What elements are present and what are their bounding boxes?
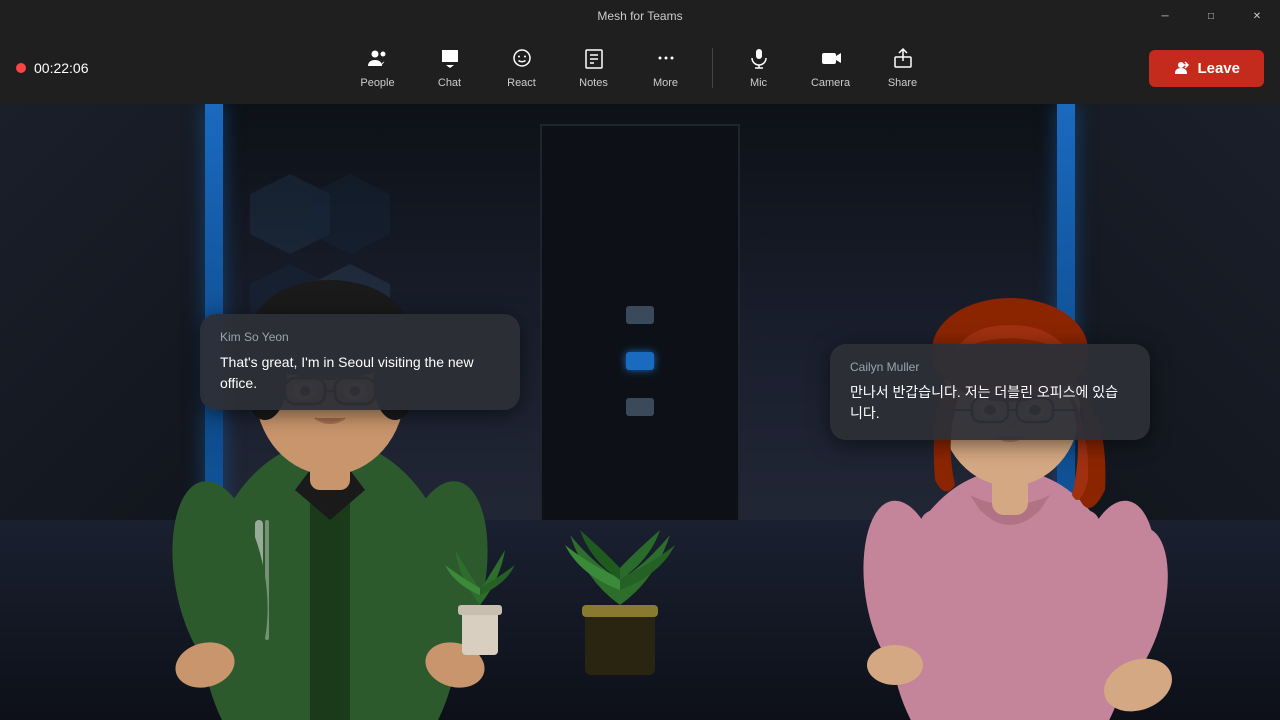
people-icon	[367, 47, 389, 73]
recording-indicator: 00:22:06	[16, 60, 89, 76]
more-icon	[655, 47, 677, 73]
speech-bubble-right: Cailyn Muller 만나서 반갑습니다. 저는 더블린 오피스에 있습니…	[830, 344, 1150, 440]
plant-left	[440, 520, 520, 660]
door-controls	[626, 306, 654, 416]
window-controls: ─ □ ✕	[1142, 0, 1280, 32]
toolbar-right: Leave	[1149, 50, 1264, 87]
main-scene: Kim So Yeon That's great, I'm in Seoul v…	[0, 104, 1280, 720]
react-label: React	[507, 77, 536, 89]
notes-label: Notes	[579, 77, 608, 89]
app-title: Mesh for Teams	[597, 9, 682, 23]
recording-time: 00:22:06	[34, 60, 89, 76]
door-btn-1	[626, 306, 654, 324]
minimize-button[interactable]: ─	[1142, 0, 1188, 32]
speech-bubble-left: Kim So Yeon That's great, I'm in Seoul v…	[200, 314, 520, 410]
recording-dot	[16, 63, 26, 73]
notes-icon	[583, 47, 605, 73]
react-icon	[511, 47, 533, 73]
mic-button[interactable]: Mic	[725, 36, 793, 100]
leave-button[interactable]: Leave	[1149, 50, 1264, 87]
maximize-button[interactable]: □	[1188, 0, 1234, 32]
camera-label: Camera	[811, 77, 850, 89]
share-label: Share	[888, 77, 917, 89]
door-btn-3	[626, 398, 654, 416]
chat-icon	[439, 47, 461, 73]
mic-label: Mic	[750, 77, 767, 89]
react-button[interactable]: React	[488, 36, 556, 100]
people-label: People	[360, 77, 394, 89]
camera-button[interactable]: Camera	[797, 36, 865, 100]
speaker-name-left: Kim So Yeon	[220, 330, 500, 344]
camera-icon	[820, 47, 842, 73]
close-button[interactable]: ✕	[1234, 0, 1280, 32]
title-bar: Mesh for Teams ─ □ ✕	[0, 0, 1280, 32]
chat-button[interactable]: Chat	[416, 36, 484, 100]
speech-text-left: That's great, I'm in Seoul visiting the …	[220, 352, 500, 394]
chat-label: Chat	[438, 77, 461, 89]
mic-icon	[748, 47, 770, 73]
speaker-name-right: Cailyn Muller	[850, 360, 1130, 374]
leave-label: Leave	[1197, 60, 1240, 77]
more-label: More	[653, 77, 678, 89]
share-button[interactable]: Share	[869, 36, 937, 100]
people-button[interactable]: People	[344, 36, 412, 100]
door-btn-2	[626, 352, 654, 370]
toolbar-divider	[712, 48, 713, 88]
more-button[interactable]: More	[632, 36, 700, 100]
notes-button[interactable]: Notes	[560, 36, 628, 100]
toolbar: 00:22:06 People	[0, 32, 1280, 104]
toolbar-center: People Chat Reac	[344, 36, 937, 100]
leave-icon	[1173, 60, 1189, 76]
plant-right	[560, 480, 680, 680]
share-icon	[892, 47, 914, 73]
speech-text-right: 만나서 반갑습니다. 저는 더블린 오피스에 있습니다.	[850, 382, 1130, 424]
